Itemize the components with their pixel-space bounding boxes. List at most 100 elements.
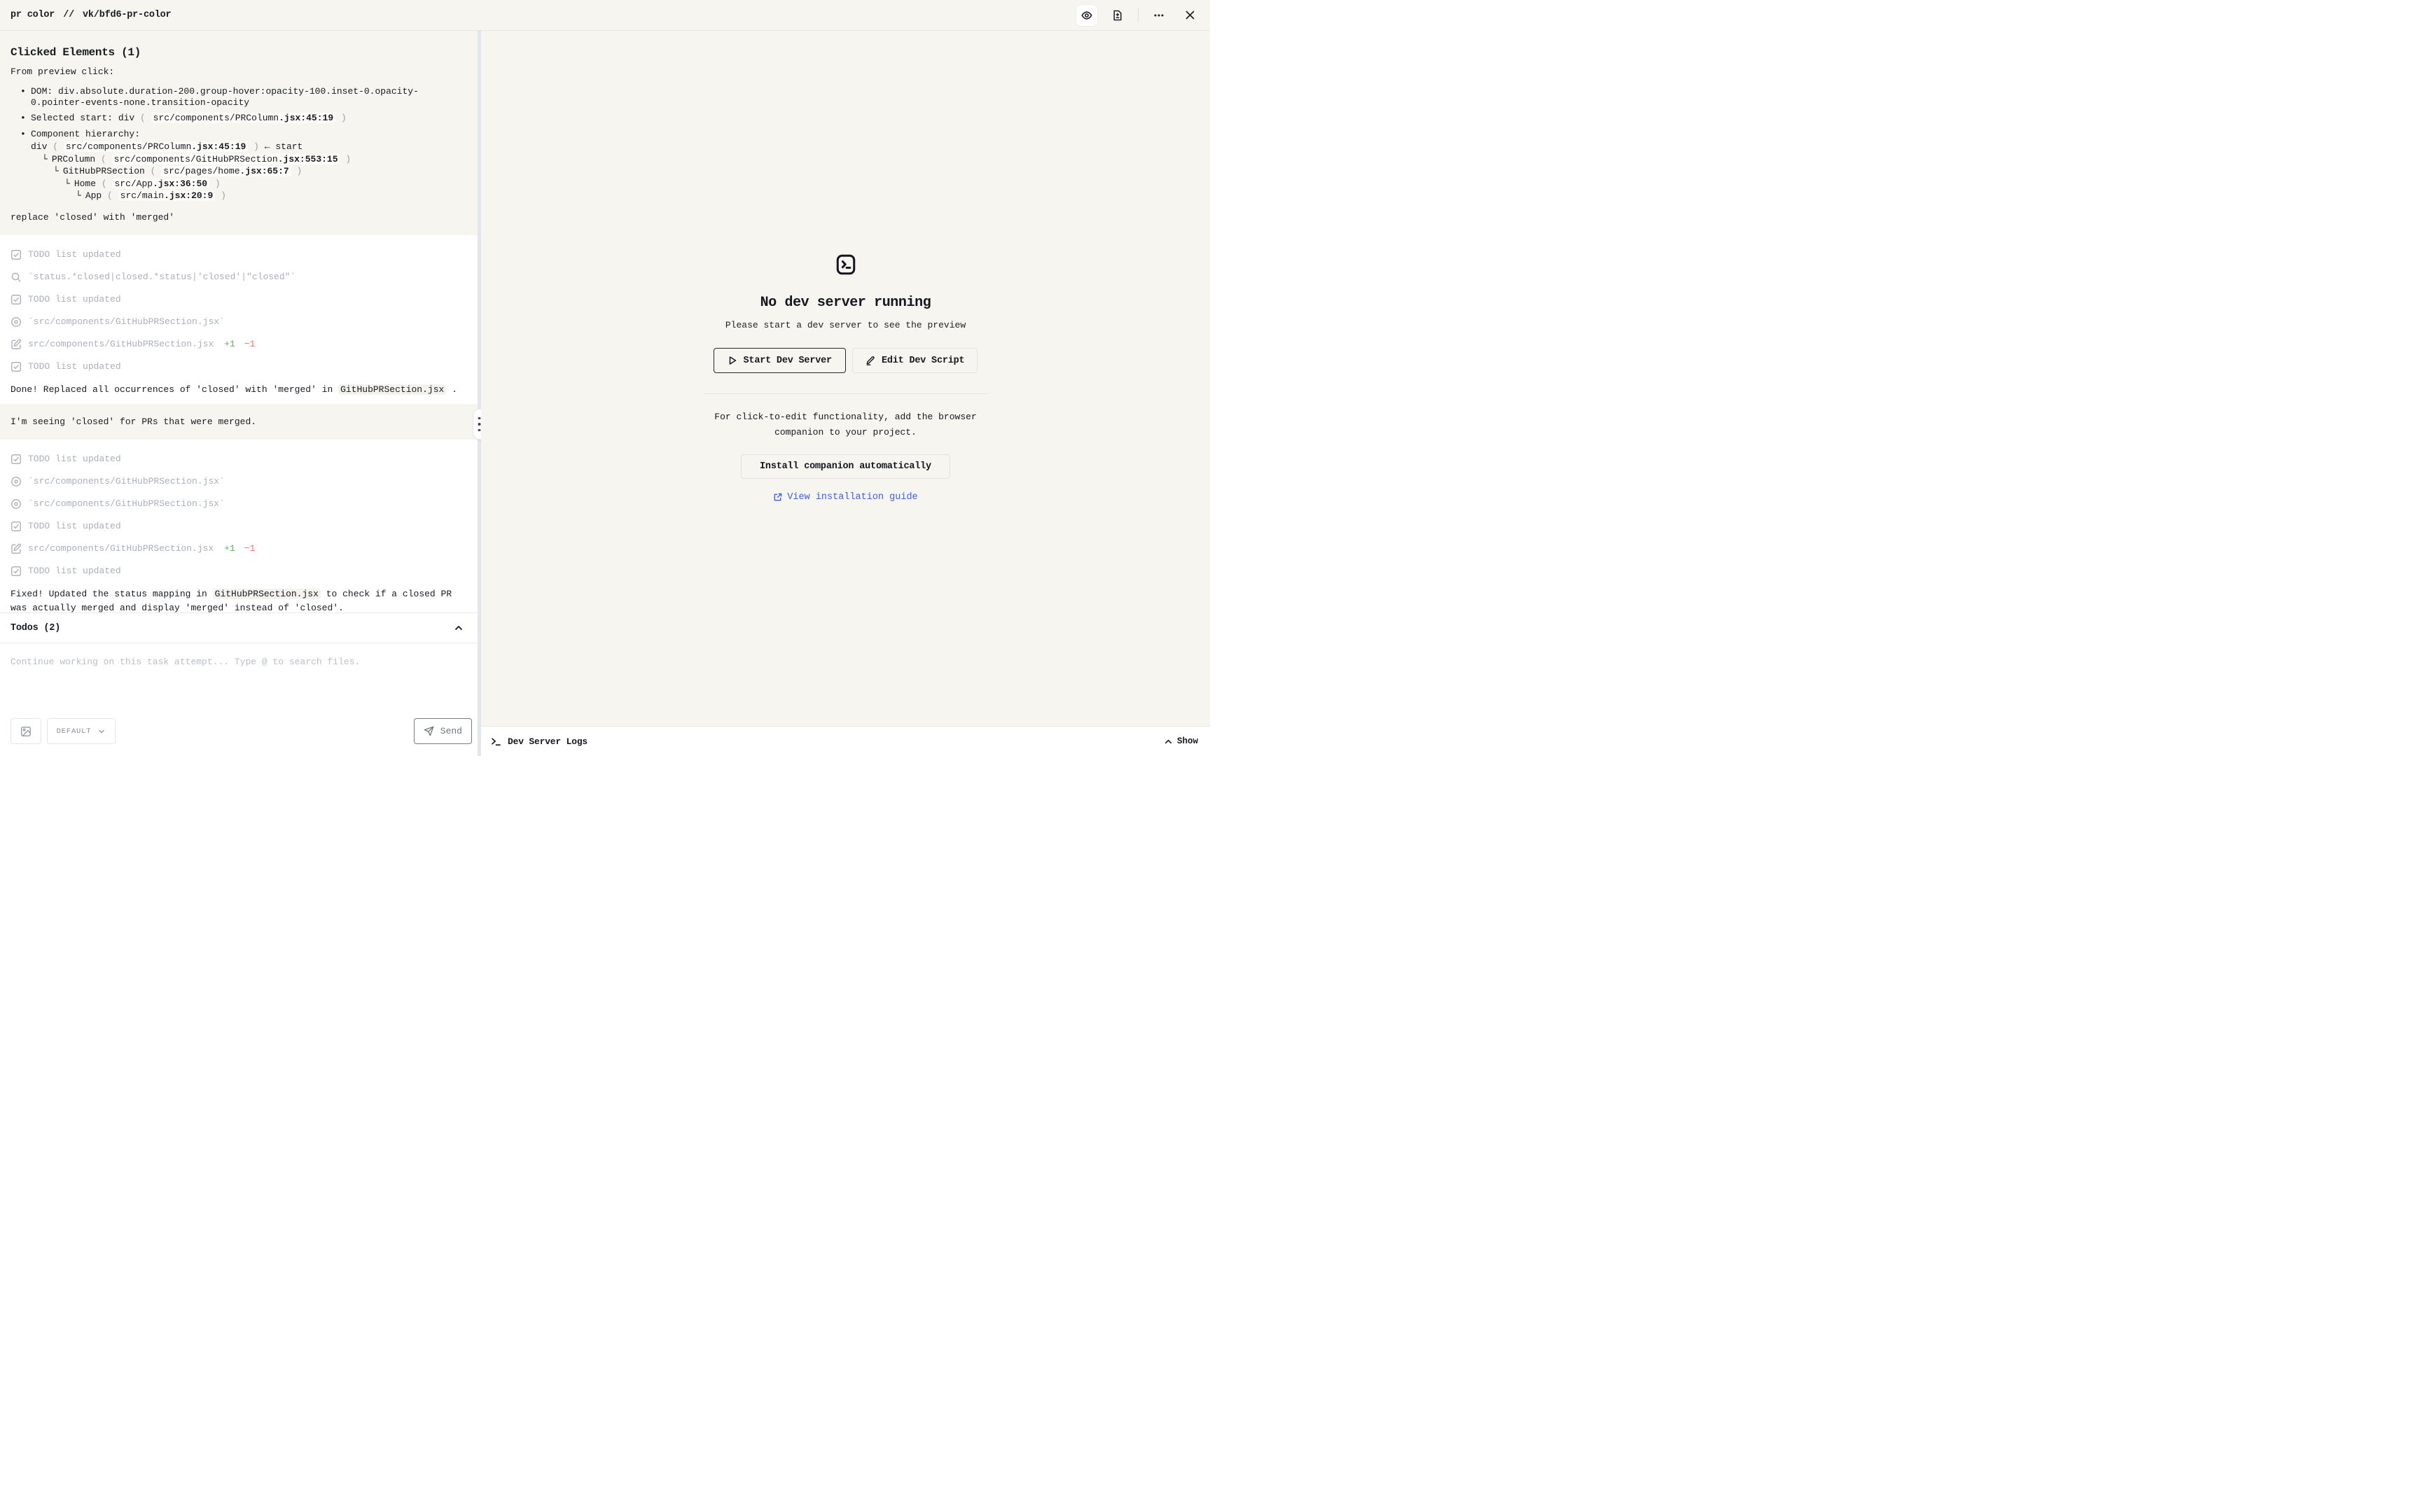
tool-call-row[interactable]: TODO list updated [11,356,466,378]
send-button[interactable]: Send [413,718,472,744]
logs-title: Dev Server Logs [491,736,587,747]
file-diff-icon [1112,10,1123,21]
lines-added: +1 [224,543,235,554]
file-name-chip[interactable]: GitHubPRSection.jsx [212,588,321,599]
file-path-chip[interactable]: src/App.jsx:36:50 [112,178,210,189]
lines-added: +1 [224,339,235,349]
dev-server-buttons: Start Dev Server Edit Dev Script [713,348,978,373]
file-path-chip[interactable]: src/components/GitHubPRSection.jsx:553:1… [111,153,340,164]
view-file-icon [11,316,22,328]
installation-guide-link[interactable]: View installation guide [773,492,918,503]
file-name-chip[interactable]: GitHubPRSection.jsx [338,384,447,395]
assistant-reply: Fixed! Updated the status mapping in Git… [11,588,452,612]
send-icon [424,726,434,736]
tool-call-row[interactable]: TODO list updated [11,288,466,311]
todos-section-header[interactable]: Todos (2) [0,612,478,643]
dom-line: DOM: div.absolute.duration-200.group-hov… [11,86,466,108]
empty-state-subtitle: Please start a dev server to see the pre… [725,320,966,330]
user-message-2: I'm seeing 'closed' for PRs that were me… [0,403,478,440]
hierarchy-row: └ App ( src/main.jsx:20:9 ) [76,190,226,201]
header-divider [1138,8,1139,22]
terminal-icon [835,254,856,275]
start-dev-server-button[interactable]: Start Dev Server [713,348,846,373]
todo-check-icon [11,294,22,305]
todos-label: Todos (2) [11,622,61,634]
preview-toggle-button[interactable] [1076,4,1097,26]
tool-call-row[interactable]: `src/components/GitHubPRSection.jsx` [11,470,466,493]
todo-check-icon [11,454,22,465]
todo-check-icon [11,566,22,577]
send-label: Send [440,726,462,736]
task-title: pr color // vk/bfd6-pr-color [11,10,172,20]
todo-check-icon [11,361,22,372]
tool-call-row[interactable]: TODO list updated [11,244,466,266]
close-button[interactable] [1179,5,1200,26]
lines-removed: −1 [244,339,256,349]
section-divider [704,393,987,394]
message-input[interactable] [0,643,478,706]
view-file-icon [11,476,22,487]
dev-server-logs-bar: Dev Server Logs Show [481,726,1210,756]
tool-call-row[interactable]: `src/components/GitHubPRSection.jsx` [11,311,466,333]
tool-call-row[interactable]: TODO list updated [11,448,466,470]
clicked-elements-heading: Clicked Elements (1) [11,46,141,59]
hierarchy-row: └ GitHubPRSection ( src/pages/home.jsx:65… [53,166,302,176]
pencil-icon [865,356,875,365]
show-logs-button[interactable]: Show [1164,736,1198,746]
clicked-details-list: DOM: div.absolute.duration-200.group-hov… [11,86,466,202]
hierarchy-row: └ PRColumn ( src/components/GitHubPRSecti… [42,153,352,164]
search-icon [11,272,22,283]
user-prompt-text: replace 'closed' with 'merged' [11,211,175,223]
diff-view-button[interactable] [1107,5,1128,26]
edit-file-icon [11,339,22,350]
chevron-up-icon [1164,737,1173,746]
title-bar: pr color // vk/bfd6-pr-color [0,0,1210,31]
hierarchy-tree: div ( src/components/PRColumn.jsx:45:19 … [31,141,466,202]
view-file-icon [11,498,22,510]
branch-name: vk/bfd6-pr-color [83,10,172,20]
header-actions [1076,4,1200,26]
hierarchy-row: └ Home ( src/App.jsx:36:50 ) [64,178,221,189]
variant-select[interactable]: DEFAULT [47,718,116,744]
chevron-up-icon [454,623,464,633]
todo-check-icon [11,249,22,260]
todo-check-icon [11,521,22,532]
drag-dot [478,416,481,420]
file-path-chip[interactable]: src/pages/home.jsx:65:7 [161,166,291,176]
clicked-intro: From preview click: [11,66,115,77]
assistant-turn-2: TODO list updated `src/components/GitHub… [0,440,478,612]
close-icon [1185,10,1195,20]
drag-dot [478,428,481,432]
assistant-reply: Done! Replaced all occurrences of 'close… [11,384,457,395]
eye-icon [1081,10,1092,21]
file-path-chip[interactable]: src/components/PRColumn.jsx:45:19 [63,141,249,152]
companion-help-text: For click-to-edit functionality, add the… [714,412,977,438]
tool-call-row[interactable]: TODO list updated [11,515,466,538]
terminal-prompt-icon [491,736,501,747]
file-path-chip[interactable]: src/components/PRColumn.jsx:45:19 [151,113,336,123]
conversation[interactable]: Clicked Elements (1) From preview click:… [0,31,478,612]
tool-call-row[interactable]: TODO list updated [11,560,466,582]
file-path-chip[interactable]: src/main.jsx:20:9 [118,190,216,201]
tool-call-row[interactable]: `src/components/GitHubPRSection.jsx` [11,493,466,515]
play-icon [728,356,737,365]
attach-image-button[interactable] [11,718,41,744]
composer-controls: DEFAULT Send [11,718,472,744]
chevron-down-icon [97,727,106,736]
chat-panel: Clicked Elements (1) From preview click:… [0,31,478,756]
task-name: pr color [11,10,55,20]
tool-call-row[interactable]: src/components/GitHubPRSection.jsx +1 −1 [11,333,466,356]
tool-call-row[interactable]: `status.*closed|closed.*status|'closed'|… [11,266,466,288]
user-message-clicked-elements: Clicked Elements (1) From preview click:… [0,31,478,235]
tool-call-row[interactable]: src/components/GitHubPRSection.jsx +1 −1 [11,538,466,560]
selected-start-line: Selected start: div ( src/components/PRC… [11,113,466,124]
dev-server-empty-state: No dev server running Please start a dev… [481,31,1210,726]
install-companion-button[interactable]: Install companion automatically [741,454,950,479]
variant-label: DEFAULT [56,727,92,736]
main-split: Clicked Elements (1) From preview click:… [0,31,1210,756]
edit-dev-script-button[interactable]: Edit Dev Script [851,348,978,373]
external-link-icon [773,493,782,502]
lines-removed: −1 [244,543,256,554]
drag-dot [478,423,481,426]
more-options-button[interactable] [1148,5,1169,26]
